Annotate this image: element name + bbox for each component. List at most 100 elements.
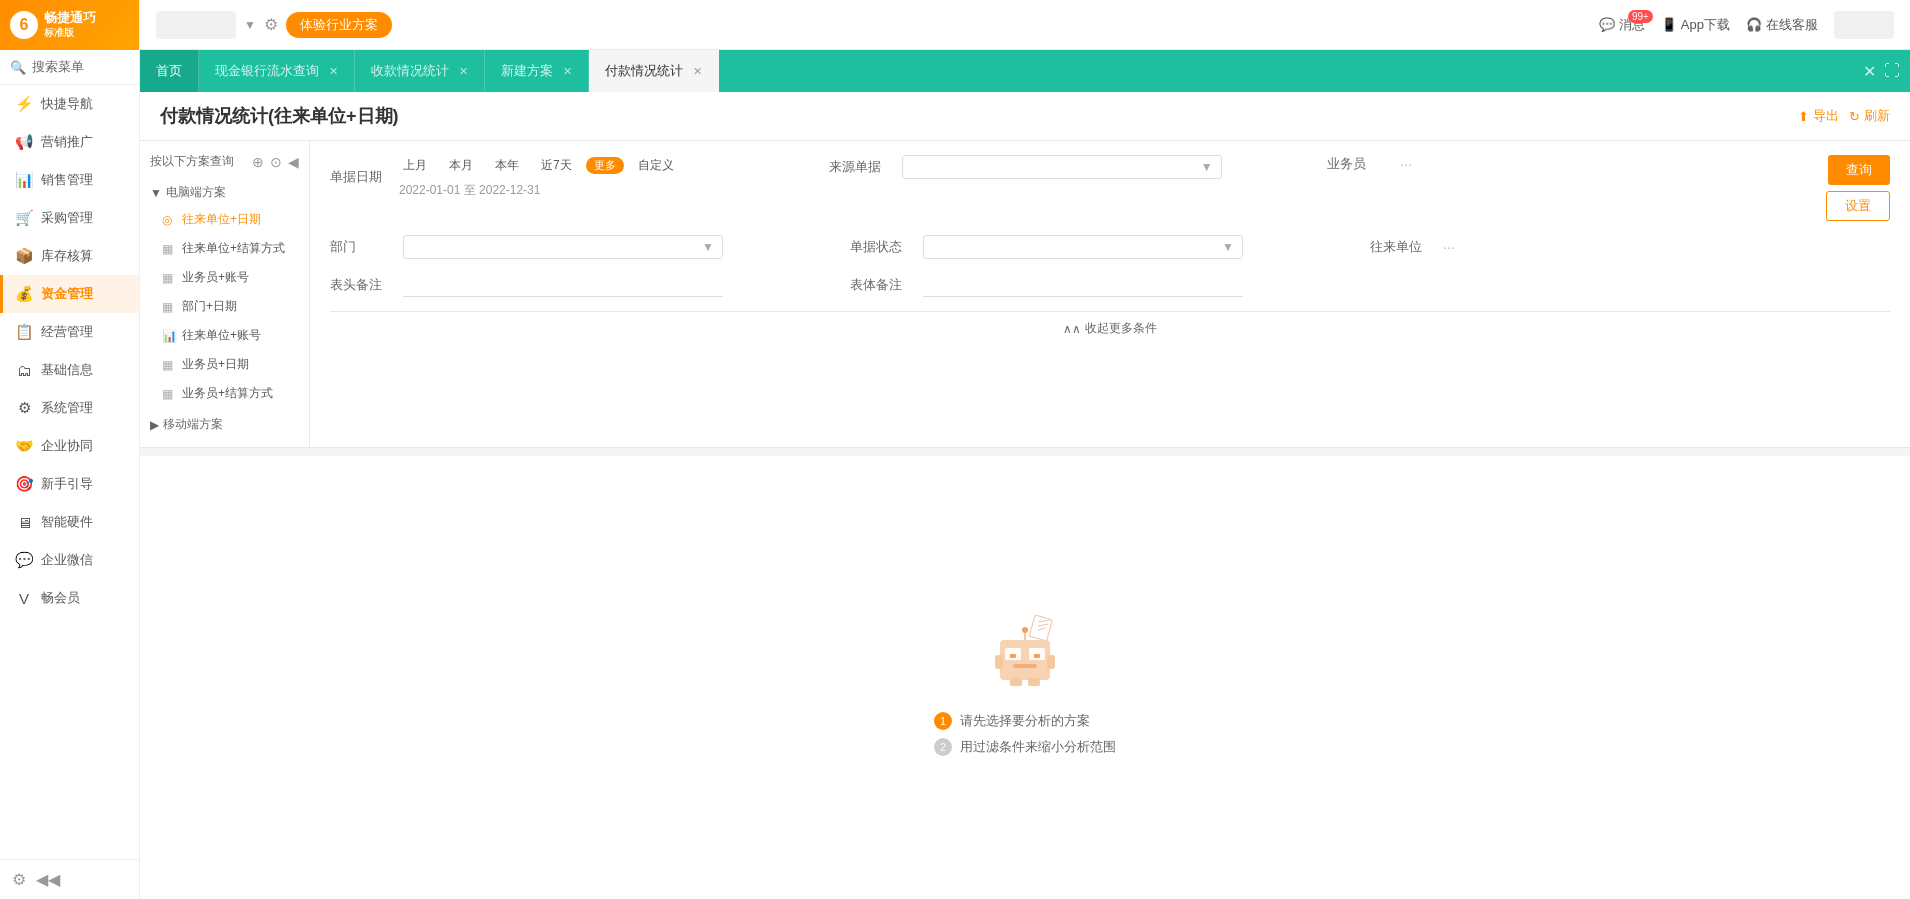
operation-icon: 📋 (15, 323, 33, 341)
purchase-icon: 🛒 (15, 209, 33, 227)
sidebar-item-system[interactable]: ⚙ 系统管理 (0, 389, 139, 427)
date-more[interactable]: 更多 (586, 157, 624, 174)
scheme-item-staff-account[interactable]: ▦ 业务员+账号 (140, 263, 309, 292)
staff-label: 业务员 (1327, 155, 1392, 173)
nav-label: 企业微信 (41, 551, 93, 569)
tab-bank-close[interactable]: ✕ (329, 65, 338, 78)
add-scheme-icon[interactable]: ⊕ (252, 154, 264, 170)
search-menu[interactable]: 🔍 搜索菜单 (0, 50, 139, 85)
maximize-icon[interactable]: ⛶ (1884, 62, 1900, 80)
trial-button[interactable]: 体验行业方案 (286, 12, 392, 38)
scheme-item-staff-settlement[interactable]: ▦ 业务员+结算方式 (140, 379, 309, 408)
scheme-panel: 按以下方案查询 ⊕ ⊙ ◀ ▼ 电脑端方案 ◎ 往来单位+日期 ▦ (140, 141, 310, 447)
settings-footer-icon[interactable]: ⚙ (12, 870, 26, 889)
topbar: ▼ ⚙ 体验行业方案 💬 消息 99+ 📱 App下载 🎧 在线客服 (140, 0, 1910, 50)
sidebar-item-hardware[interactable]: 🖥 智能硬件 (0, 503, 139, 541)
svg-rect-6 (995, 655, 1003, 669)
date-range-text: 2022-01-01 至 2022-12-31 (399, 182, 540, 199)
scheme-item-unit-account[interactable]: 📊 往来单位+账号 (140, 321, 309, 350)
tab-payment[interactable]: 付款情况统计 ✕ (589, 50, 719, 92)
messages-btn[interactable]: 💬 消息 99+ (1599, 16, 1645, 34)
inventory-icon: 📦 (15, 247, 33, 265)
quick-icon: ⚡ (15, 95, 33, 113)
scheme-table-icon5: ▦ (162, 387, 176, 401)
date-last-month[interactable]: 上月 (395, 155, 435, 176)
mobile-group-title[interactable]: ▶ 移动端方案 (140, 410, 309, 439)
refresh-button[interactable]: ↻ 刷新 (1849, 107, 1890, 125)
sidebar-item-quick[interactable]: ⚡ 快捷导航 (0, 85, 139, 123)
sidebar-item-member[interactable]: V 畅会员 (0, 579, 139, 617)
empty-illustration (975, 600, 1075, 700)
sidebar-item-operation[interactable]: 📋 经营管理 (0, 313, 139, 351)
staff-more-icon[interactable]: ··· (1400, 156, 1412, 172)
sidebar-item-marketing[interactable]: 📢 营销推广 (0, 123, 139, 161)
svg-rect-12 (1029, 615, 1052, 641)
date-this-year[interactable]: 本年 (487, 155, 527, 176)
empty-state: 1 请先选择要分析的方案 2 用过滤条件来缩小分析范围 (140, 456, 1910, 899)
scheme-settings-icon[interactable]: ⊙ (270, 154, 282, 170)
nav-label: 智能硬件 (41, 513, 93, 531)
export-button[interactable]: ⬆ 导出 (1798, 107, 1839, 125)
sidebar-item-guide[interactable]: 🎯 新手引导 (0, 465, 139, 503)
topbar-gear-icon[interactable]: ⚙ (264, 15, 278, 34)
source-dropdown-icon: ▼ (1201, 160, 1213, 174)
guide-icon: 🎯 (15, 475, 33, 493)
scheme-table-icon3: ▦ (162, 300, 176, 314)
sidebar-item-sales[interactable]: 📊 销售管理 (0, 161, 139, 199)
dept-select[interactable]: ▼ (403, 235, 723, 259)
scheme-item-unit-date[interactable]: ◎ 往来单位+日期 (140, 205, 309, 234)
svg-rect-5 (1013, 664, 1037, 668)
date-filter-label: 单据日期 (330, 168, 395, 186)
doc-status-dropdown-icon: ▼ (1222, 240, 1234, 254)
counterparty-more-icon[interactable]: ··· (1443, 239, 1455, 255)
sidebar: 6 畅捷通巧 标准版 🔍 搜索菜单 ⚡ 快捷导航 📢 营销推广 📊 销售管理 🛒… (0, 0, 140, 899)
nav-label: 新手引导 (41, 475, 93, 493)
tab-payment-label: 付款情况统计 (605, 62, 683, 80)
scheme-table-icon2: ▦ (162, 271, 176, 285)
collapse-sidebar-icon[interactable]: ◀◀ (36, 870, 60, 889)
source-select[interactable]: ▼ (902, 155, 1222, 179)
finance-icon: 💰 (15, 285, 33, 303)
scheme-table-icon: ▦ (162, 242, 176, 256)
sidebar-item-wechat[interactable]: 💬 企业微信 (0, 541, 139, 579)
mobile-group-arrow: ▶ (150, 418, 159, 432)
tab-home[interactable]: 首页 (140, 50, 199, 92)
tab-receipt-close[interactable]: ✕ (459, 65, 468, 78)
sidebar-item-basic[interactable]: 🗂 基础信息 (0, 351, 139, 389)
online-service-btn[interactable]: 🎧 在线客服 (1746, 16, 1818, 34)
nav-label: 快捷导航 (41, 95, 93, 113)
nav-label: 销售管理 (41, 171, 93, 189)
desktop-group-title[interactable]: ▼ 电脑端方案 (140, 180, 309, 205)
collapse-conditions-bar[interactable]: ∧∧ 收起更多条件 (330, 311, 1890, 345)
desktop-schemes-group: ▼ 电脑端方案 ◎ 往来单位+日期 ▦ 往来单位+结算方式 ▦ 业务员+账号 ▦ (140, 178, 309, 410)
topbar-dropdown-arrow[interactable]: ▼ (244, 18, 256, 32)
date-custom[interactable]: 自定义 (630, 155, 682, 176)
query-button[interactable]: 查询 (1828, 155, 1890, 185)
date-this-month[interactable]: 本月 (441, 155, 481, 176)
body-note-input[interactable] (923, 273, 1243, 297)
tab-bank[interactable]: 现金银行流水查询 ✕ (199, 50, 355, 92)
scheme-item-unit-settlement[interactable]: ▦ 往来单位+结算方式 (140, 234, 309, 263)
download-icon: 📱 (1661, 17, 1677, 32)
scheme-item-staff-date[interactable]: ▦ 业务员+日期 (140, 350, 309, 379)
tab-home-label: 首页 (156, 62, 182, 80)
sidebar-item-finance[interactable]: 💰 资金管理 (0, 275, 139, 313)
tab-receipt[interactable]: 收款情况统计 ✕ (355, 50, 485, 92)
tab-new-scheme-close[interactable]: ✕ (563, 65, 572, 78)
settings-button[interactable]: 设置 (1826, 191, 1890, 221)
collapse-scheme-icon[interactable]: ◀ (288, 154, 299, 170)
sidebar-item-purchase[interactable]: 🛒 采购管理 (0, 199, 139, 237)
date-7days[interactable]: 近7天 (533, 155, 580, 176)
app-download-btn[interactable]: 📱 App下载 (1661, 16, 1730, 34)
doc-status-select[interactable]: ▼ (923, 235, 1243, 259)
scheme-item-dept-date[interactable]: ▦ 部门+日期 (140, 292, 309, 321)
filter-scheme-area: 按以下方案查询 ⊕ ⊙ ◀ ▼ 电脑端方案 ◎ 往来单位+日期 ▦ (140, 141, 1910, 448)
tab-new-scheme[interactable]: 新建方案 ✕ (485, 50, 589, 92)
topbar-user-avatar (1834, 11, 1894, 39)
sidebar-item-inventory[interactable]: 📦 库存核算 (0, 237, 139, 275)
filter-buttons: 查询 设置 (1826, 155, 1890, 221)
sidebar-item-collab[interactable]: 🤝 企业协同 (0, 427, 139, 465)
close-window-icon[interactable]: ✕ (1863, 62, 1876, 81)
header-note-input[interactable] (403, 273, 723, 297)
tab-payment-close[interactable]: ✕ (693, 65, 702, 78)
